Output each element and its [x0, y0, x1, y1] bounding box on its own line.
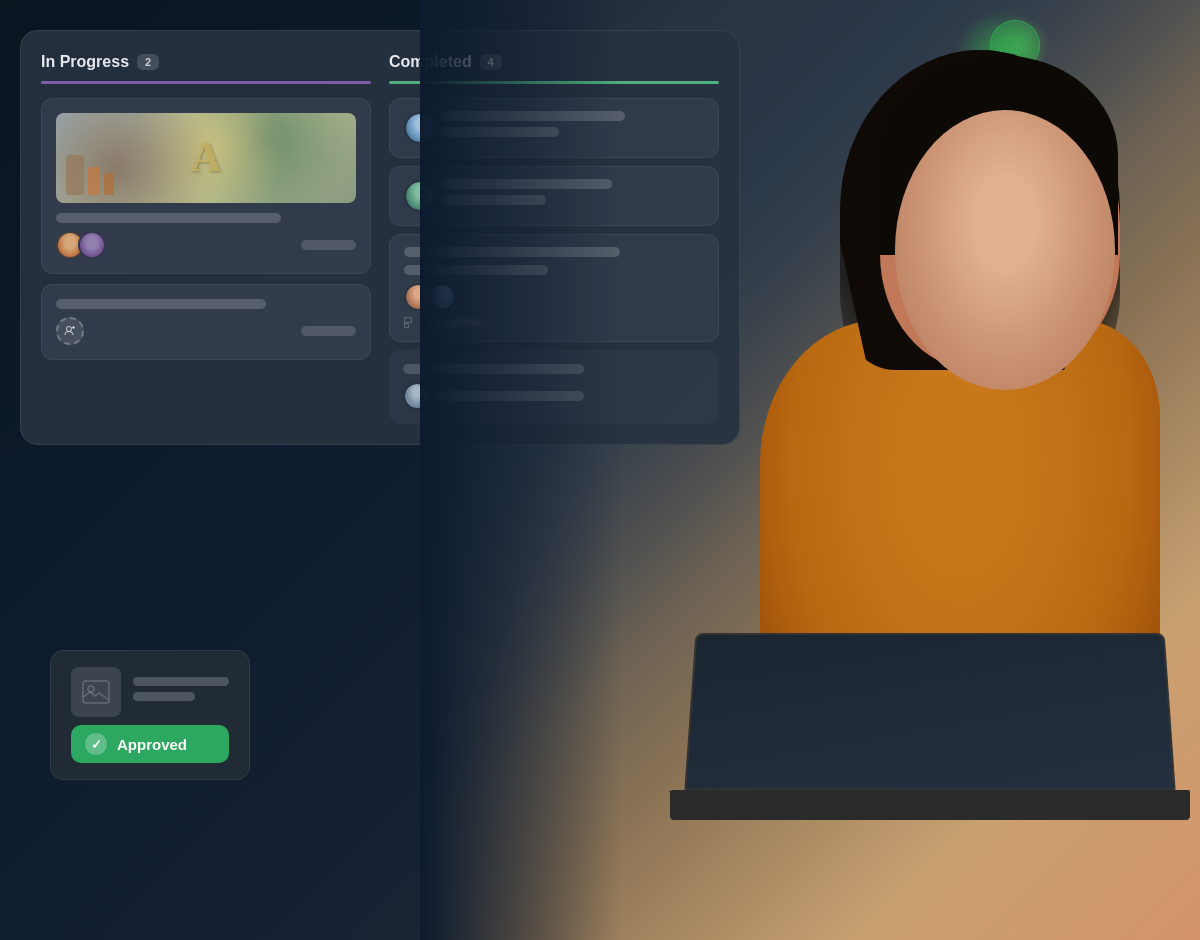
card-tag-1 [301, 240, 356, 250]
card-bar-1 [56, 213, 281, 223]
text-line-1 [133, 677, 229, 686]
kanban-panel: In Progress 2 A [20, 30, 740, 445]
add-user-button[interactable] [56, 317, 84, 345]
approved-label: Approved [117, 736, 187, 753]
text-line-2 [133, 692, 195, 701]
avatar-2 [78, 231, 106, 259]
in-progress-header: In Progress 2 [41, 53, 371, 71]
svg-rect-5 [83, 681, 109, 703]
card-in-progress-1[interactable]: A [41, 98, 371, 274]
check-icon: ✓ [85, 733, 107, 755]
in-progress-badge: 2 [137, 54, 159, 70]
card-tag-2 [301, 326, 356, 336]
svg-point-0 [67, 327, 72, 332]
column-in-progress: In Progress 2 A [41, 53, 371, 424]
svg-point-6 [88, 686, 94, 692]
card-bar-2 [56, 299, 266, 309]
image-thumbnail [71, 667, 121, 717]
svg-rect-4 [405, 324, 409, 328]
approved-text-lines [133, 677, 229, 707]
in-progress-divider [41, 81, 371, 84]
card-in-progress-2[interactable] [41, 284, 371, 360]
card-image: A [56, 113, 356, 203]
svg-rect-3 [405, 318, 412, 323]
in-progress-title: In Progress [41, 53, 129, 71]
approved-badge: ✓ Approved [50, 650, 250, 780]
approved-status-badge: ✓ Approved [71, 725, 229, 763]
background-photo [420, 0, 1200, 940]
